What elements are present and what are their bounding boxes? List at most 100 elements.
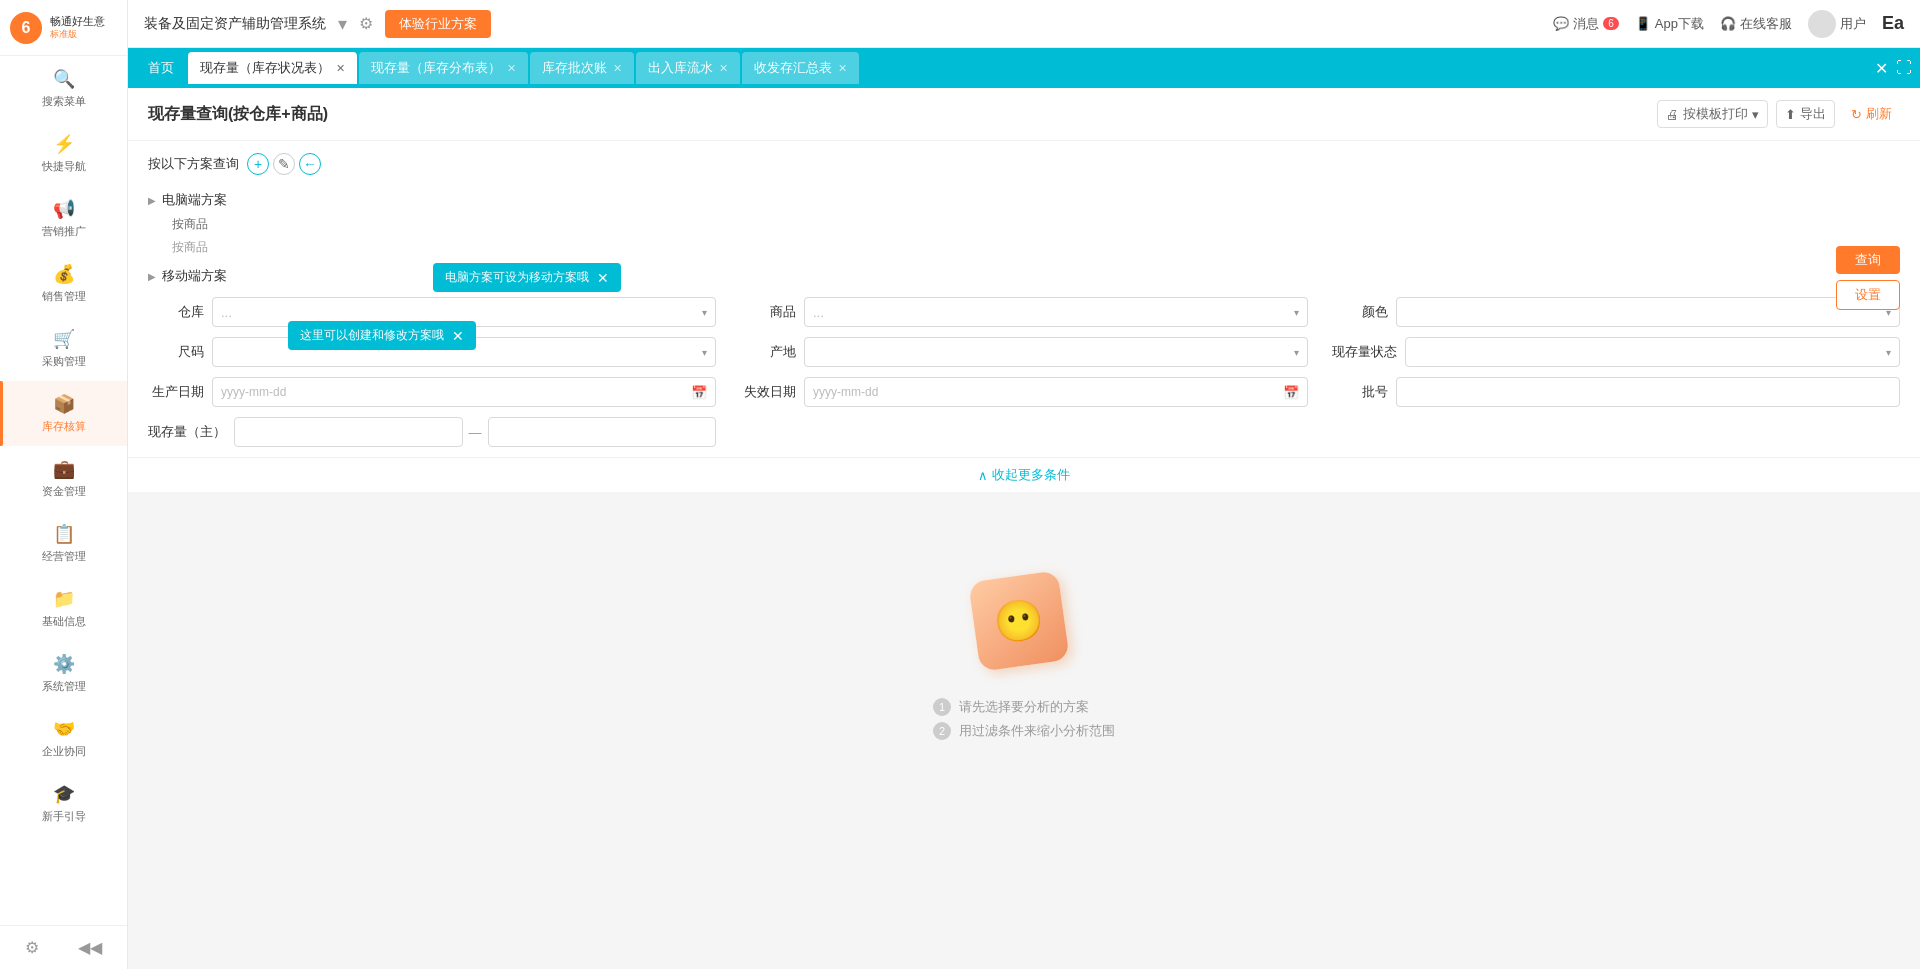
refresh-button[interactable]: ↻ 刷新: [1843, 101, 1900, 127]
header-left: 装备及固定资产辅助管理系统 ▾ ⚙ 体验行业方案: [144, 10, 491, 38]
tab-inventory-dist[interactable]: 现存量（库存分布表） ✕: [359, 52, 528, 84]
tooltip-scheme-close[interactable]: ✕: [597, 270, 609, 286]
tab-close-all-icon[interactable]: ✕: [1875, 59, 1888, 78]
user-label: 用户: [1840, 15, 1866, 33]
system-title: 装备及固定资产辅助管理系统: [144, 15, 326, 33]
calendar-icon2[interactable]: 📅: [1283, 385, 1299, 400]
pc-sub-item[interactable]: 按商品: [172, 213, 1900, 236]
sidebar-item-search-menu[interactable]: 🔍 搜索菜单: [0, 56, 127, 121]
stock-main-from-input[interactable]: [234, 417, 463, 447]
print-dropdown-icon: ▾: [1752, 107, 1759, 122]
calendar-icon[interactable]: 📅: [691, 385, 707, 400]
filter-origin: 产地 ▾: [740, 337, 1308, 367]
user-avatar: [1808, 10, 1836, 38]
app-download-button[interactable]: 📱 App下载: [1635, 15, 1704, 33]
produce-date-input[interactable]: yyyy-mm-dd 📅: [212, 377, 716, 407]
scheme-tooltip: 电脑方案可设为移动方案哦 ✕: [433, 263, 621, 292]
filter-action-buttons: 查询 设置: [1836, 246, 1900, 310]
hint-num-2: 2: [933, 722, 951, 740]
add-scheme-button[interactable]: +: [247, 153, 269, 175]
user-text-ea[interactable]: Ea: [1882, 13, 1904, 34]
sidebar-item-enterprise-coop[interactable]: 🤝 企业协同: [0, 706, 127, 771]
sidebar-item-quick-nav[interactable]: ⚡ 快捷导航: [0, 121, 127, 186]
empty-illustration: 😶: [968, 570, 1070, 672]
tab-fullscreen-icon[interactable]: ⛶: [1896, 59, 1912, 78]
collapse-button[interactable]: ∧ 收起更多条件: [128, 457, 1920, 492]
expire-date-input[interactable]: yyyy-mm-dd 📅: [804, 377, 1308, 407]
warehouse-dropdown-icon: ▾: [702, 307, 707, 318]
online-support-button[interactable]: 🎧 在线客服: [1720, 15, 1792, 33]
filter-batch: 批号: [1332, 377, 1900, 407]
sidebar-item-finance-mgmt[interactable]: 💼 资金管理: [0, 446, 127, 511]
industry-plan-button[interactable]: 体验行业方案: [385, 10, 491, 38]
tab-inout-flow[interactable]: 出入库流水 ✕: [636, 52, 740, 84]
settings-icon[interactable]: ⚙: [359, 14, 373, 33]
product-placeholder: ...: [813, 305, 824, 320]
tooltip-create-close[interactable]: ✕: [452, 328, 464, 344]
tab-label: 收发存汇总表: [754, 59, 832, 77]
sidebar-item-operation-mgmt[interactable]: 📋 经营管理: [0, 511, 127, 576]
empty-icon: 😶: [974, 576, 1074, 676]
sidebar-item-sales-promo[interactable]: 📢 营销推广: [0, 186, 127, 251]
system-dropdown-icon[interactable]: ▾: [338, 13, 347, 35]
sidebar-item-purchase-mgmt[interactable]: 🛒 采购管理: [0, 316, 127, 381]
query-button[interactable]: 查询: [1836, 246, 1900, 274]
tab-home[interactable]: 首页: [136, 52, 186, 84]
tab-close-icon[interactable]: ✕: [719, 62, 728, 75]
sidebar-item-label: 系统管理: [42, 679, 86, 694]
product-select[interactable]: ... ▾: [804, 297, 1308, 327]
edit-scheme-button[interactable]: ✎: [273, 153, 295, 175]
tab-inventory-status[interactable]: 现存量（库存状况表） ✕: [188, 52, 357, 84]
search-menu-icon: 🔍: [53, 68, 75, 90]
tab-close-icon[interactable]: ✕: [838, 62, 847, 75]
collapse-up-icon: ∧: [978, 468, 988, 483]
online-support-label: 在线客服: [1740, 15, 1792, 33]
expire-date-placeholder: yyyy-mm-dd: [813, 385, 878, 399]
sidebar-item-label: 企业协同: [42, 744, 86, 759]
empty-hints: 1 请先选择要分析的方案 2 用过滤条件来缩小分析范围: [933, 692, 1115, 746]
sidebar-item-system-mgmt[interactable]: ⚙️ 系统管理: [0, 641, 127, 706]
collapse-sidebar-icon[interactable]: ◀◀: [78, 938, 102, 957]
tab-batch-account[interactable]: 库存批次账 ✕: [530, 52, 634, 84]
system-mgmt-icon: ⚙️: [53, 653, 75, 675]
sidebar-item-label: 库存核算: [42, 419, 86, 434]
sales-mgmt-icon: 💰: [53, 263, 75, 285]
filter-header-actions: + ✎ ←: [247, 153, 321, 175]
tab-close-icon[interactable]: ✕: [336, 62, 345, 75]
expand-arrow-icon: ▶: [148, 195, 156, 206]
collapse-label: 收起更多条件: [992, 466, 1070, 484]
tab-close-icon[interactable]: ✕: [507, 62, 516, 75]
sidebar-item-sales-mgmt[interactable]: 💰 销售管理: [0, 251, 127, 316]
pc-sub-item2[interactable]: 按商品: [172, 236, 1900, 259]
product-label: 商品: [740, 303, 796, 321]
filter-stock-status: 现存量状态 ▾: [1332, 337, 1900, 367]
sidebar-item-basic-info[interactable]: 📁 基础信息: [0, 576, 127, 641]
size-label: 尺码: [148, 343, 204, 361]
top-header: 装备及固定资产辅助管理系统 ▾ ⚙ 体验行业方案 💬 消息 6 📱 App下载 …: [128, 0, 1920, 48]
content-area: 现存量查询(按仓库+商品) 🖨 按模板打印 ▾ ⬆ 导出 ↻ 刷新: [128, 88, 1920, 969]
pc-scheme-item[interactable]: ▶ 电脑端方案: [148, 187, 1900, 213]
back-scheme-button[interactable]: ←: [299, 153, 321, 175]
sidebar-item-beginner-guide[interactable]: 🎓 新手引导: [0, 771, 127, 836]
tab-label: 现存量（库存状况表）: [200, 59, 330, 77]
color-select[interactable]: ▾: [1396, 297, 1900, 327]
filter-section: 按以下方案查询 + ✎ ← ▶ 电脑端方案 按商品: [128, 141, 1920, 492]
stock-status-dropdown-icon: ▾: [1886, 347, 1891, 358]
stock-main-to-input[interactable]: [488, 417, 717, 447]
stock-status-select[interactable]: ▾: [1405, 337, 1900, 367]
origin-dropdown-icon: ▾: [1294, 347, 1299, 358]
print-button[interactable]: 🖨 按模板打印 ▾: [1657, 100, 1768, 128]
user-button[interactable]: 用户: [1808, 10, 1866, 38]
sidebar-item-inventory-calc[interactable]: 📦 库存核算: [0, 381, 127, 446]
sidebar: 6 畅通好生意 标准版 🔍 搜索菜单 ⚡ 快捷导航 📢 营销推广 💰 销售管理 …: [0, 0, 128, 969]
origin-select[interactable]: ▾: [804, 337, 1308, 367]
batch-input[interactable]: [1396, 377, 1900, 407]
message-button[interactable]: 💬 消息 6: [1553, 15, 1619, 33]
filter-expire-date: 失效日期 yyyy-mm-dd 📅: [740, 377, 1308, 407]
tab-close-icon[interactable]: ✕: [613, 62, 622, 75]
mobile-scheme-item[interactable]: ▶ 移动端方案: [148, 263, 1900, 289]
export-button[interactable]: ⬆ 导出: [1776, 100, 1835, 128]
tab-recv-send[interactable]: 收发存汇总表 ✕: [742, 52, 859, 84]
set-button[interactable]: 设置: [1836, 280, 1900, 310]
settings-icon[interactable]: ⚙: [25, 938, 39, 957]
